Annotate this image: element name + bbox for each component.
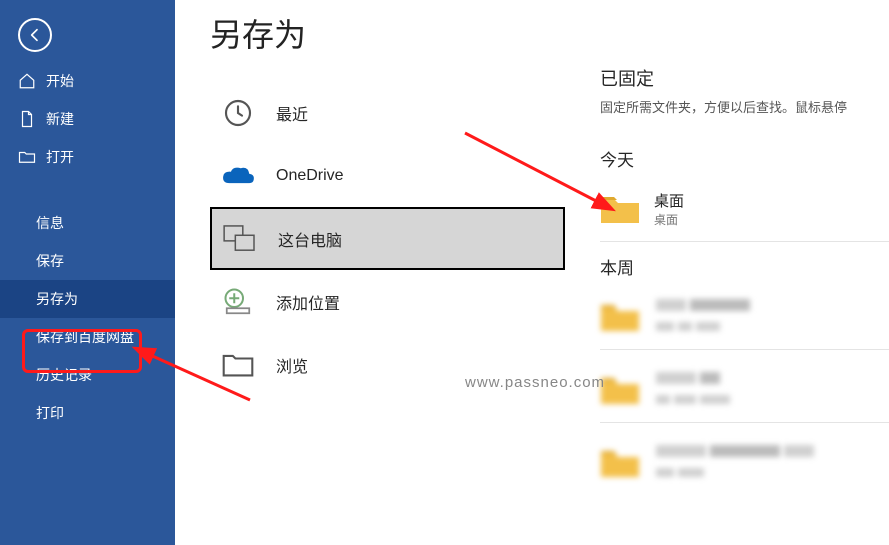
folder-item-desktop[interactable]: 桌面 桌面: [600, 181, 889, 237]
sidebar-item-print[interactable]: 打印: [0, 394, 175, 432]
group-today-heading: 今天: [600, 146, 889, 171]
watermark-text: www.passneo.com: [465, 374, 605, 391]
folder-name: 桌面: [654, 190, 684, 211]
folder-open-icon: [18, 148, 36, 166]
location-label: 浏览: [276, 353, 308, 377]
back-button[interactable]: [18, 18, 52, 52]
folder-item-blurred: [600, 435, 889, 491]
arrow-left-icon: [27, 27, 43, 43]
location-onedrive[interactable]: OneDrive: [210, 144, 565, 207]
location-label: 这台电脑: [278, 227, 342, 251]
sidebar-item-save[interactable]: 保存: [0, 242, 175, 280]
divider: [600, 241, 889, 242]
sidebar-item-open[interactable]: 打开: [0, 138, 175, 176]
divider: [600, 422, 889, 423]
group-this-week-heading: 本周: [600, 254, 889, 279]
sidebar-item-label: 保存: [36, 251, 64, 271]
sidebar-item-label: 另存为: [36, 289, 78, 309]
folder-path: 桌面: [654, 211, 684, 228]
sidebar-item-label: 保存到百度网盘: [36, 327, 134, 347]
divider: [600, 349, 889, 350]
folder-item-blurred: [600, 362, 889, 418]
pinned-hint: 固定所需文件夹，方便以后查找。鼠标悬停: [600, 97, 889, 116]
folder-item-blurred: [600, 289, 889, 345]
this-pc-icon: [222, 221, 258, 257]
sidebar-item-label: 打开: [46, 147, 74, 167]
sidebar-item-new[interactable]: 新建: [0, 100, 175, 138]
location-add-place[interactable]: 添加位置: [210, 270, 565, 333]
location-recent[interactable]: 最近: [210, 81, 565, 144]
location-this-pc[interactable]: 这台电脑: [210, 207, 565, 270]
pinned-heading: 已固定: [600, 65, 889, 91]
sidebar-item-label: 信息: [36, 213, 64, 233]
sidebar-item-save-baidu[interactable]: 保存到百度网盘: [0, 318, 175, 356]
sidebar-item-save-as[interactable]: 另存为: [0, 280, 175, 318]
sidebar-item-label: 新建: [46, 109, 74, 129]
sidebar-item-info[interactable]: 信息: [0, 204, 175, 242]
page-title: 另存为: [210, 10, 889, 56]
add-place-icon: [220, 284, 256, 320]
onedrive-icon: [220, 158, 256, 194]
sidebar-item-label: 开始: [46, 71, 74, 91]
sidebar-item-history[interactable]: 历史记录: [0, 356, 175, 394]
sidebar-item-label: 历史记录: [36, 365, 92, 385]
folder-icon: [600, 193, 640, 225]
sidebar-item-home[interactable]: 开始: [0, 62, 175, 100]
folder-icon: [220, 347, 256, 383]
document-icon: [18, 110, 36, 128]
location-label: OneDrive: [276, 167, 344, 185]
location-label: 最近: [276, 101, 308, 125]
clock-icon: [220, 95, 256, 131]
home-icon: [18, 72, 36, 90]
location-label: 添加位置: [276, 290, 340, 314]
sidebar-item-label: 打印: [36, 403, 64, 423]
